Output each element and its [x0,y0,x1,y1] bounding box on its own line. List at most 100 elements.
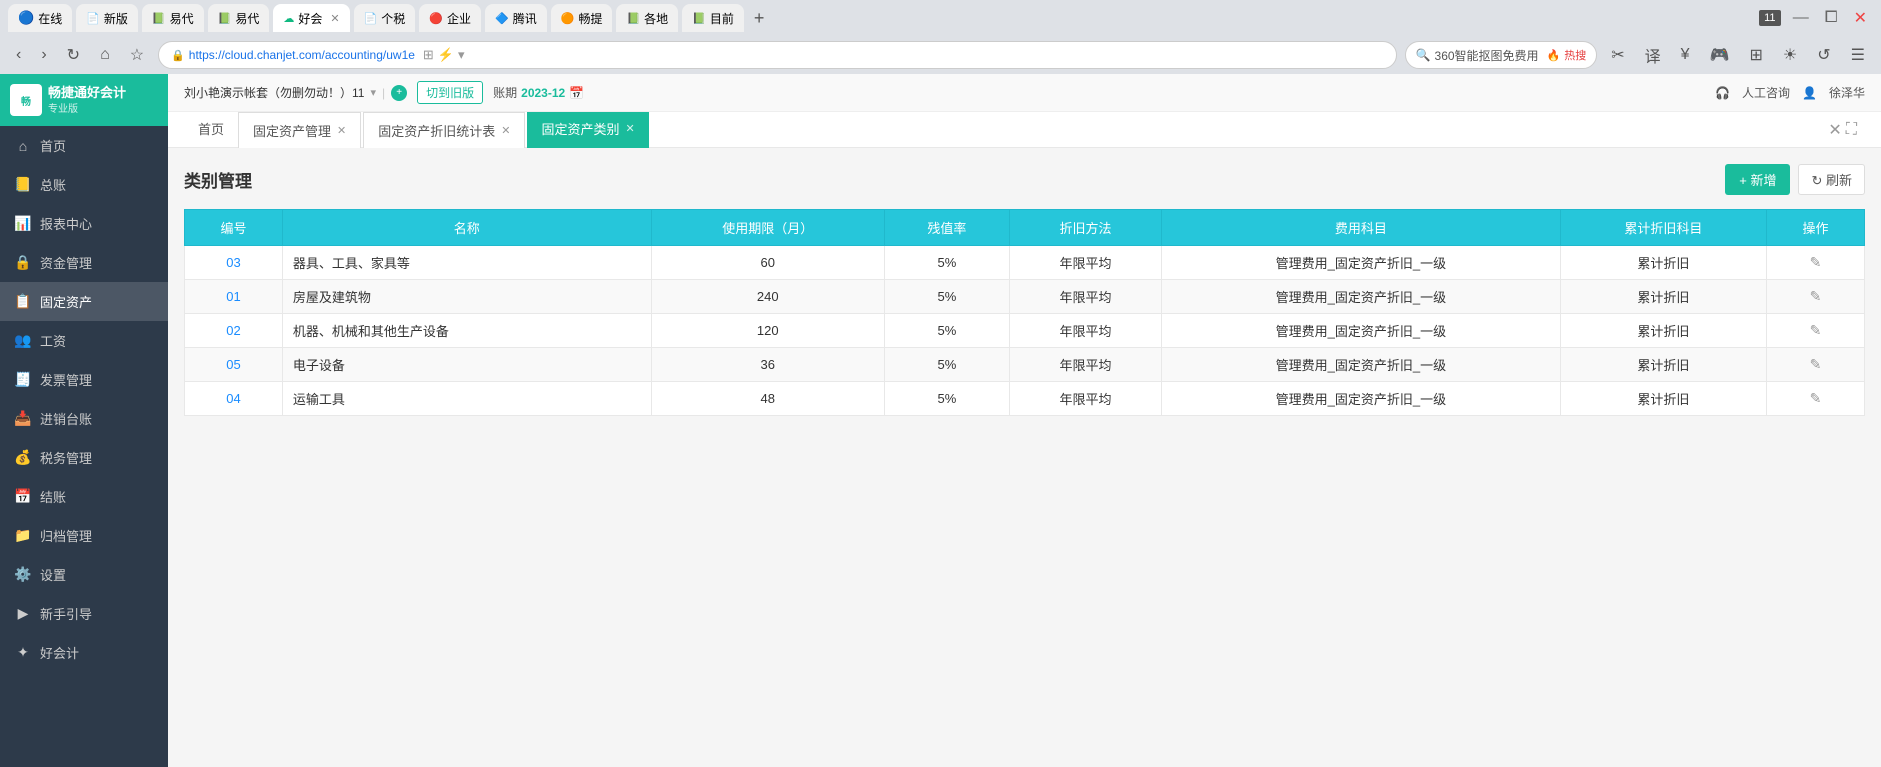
home-button[interactable]: ⌂ [94,44,116,66]
avatar-icon: 👤 [1802,86,1817,100]
sidebar-item-checkout[interactable]: 📅 结账 [0,477,168,516]
site-info-icon[interactable]: ⊞ [423,47,434,63]
sidebar-item-sales[interactable]: 📥 进销台账 [0,399,168,438]
tab-home[interactable]: 首页 [184,112,238,148]
col-residual: 残值率 [884,210,1009,246]
close-tab-fa-cat-icon[interactable]: ✕ [626,122,635,135]
tab-fa-mgmt[interactable]: 固定资产管理 ✕ [238,112,361,148]
residual-01: 5% [884,280,1009,314]
tab-count-badge: 11 [1759,10,1781,26]
dropdown-icon[interactable]: ▾ [458,47,465,63]
action-04[interactable]: ✎ [1767,382,1865,416]
period-02: 120 [651,314,884,348]
close-tab-fa-mgmt-icon[interactable]: ✕ [337,124,346,137]
tab-outer-actions: ✕ ⛶ [1828,120,1865,140]
col-period: 使用期限（月） [651,210,884,246]
edit-icon-01[interactable]: ✎ [1810,288,1822,304]
table-row: 05 电子设备 36 5% 年限平均 管理费用_固定资产折旧_一级 累计折旧 ✎ [185,348,1865,382]
sidebar-label-payroll: 工资 [40,331,66,350]
sidebar-item-payroll[interactable]: 👥 工资 [0,321,168,360]
grid-icon[interactable]: ⊞ [1744,43,1769,67]
sidebar-item-funds[interactable]: 🔒 资金管理 [0,243,168,282]
main-row: 畅 畅捷通好会计 专业版 ⌂ 首页 📒 总账 📊 报表中心 🔒 [0,74,1881,767]
browser-tab-online[interactable]: 🔵 在线 [8,4,72,32]
search-bar[interactable]: 🔍 360智能抠图免费用 🔥 热搜 [1405,41,1598,69]
add-button[interactable]: + 新增 [1725,164,1790,195]
window-minimize-button[interactable]: — [1787,7,1815,29]
edit-icon-05[interactable]: ✎ [1810,356,1822,372]
edit-icon-03[interactable]: ✎ [1810,254,1822,270]
edit-icon-04[interactable]: ✎ [1810,390,1822,406]
sidebar-item-ledger[interactable]: 📒 总账 [0,165,168,204]
reload-button[interactable]: ↻ [61,43,86,67]
translate-icon[interactable]: 译 [1639,41,1667,69]
browser-tab-tax[interactable]: 📄 个税 [354,4,416,32]
action-03[interactable]: ✎ [1767,246,1865,280]
period-info: 账期 2023-12 📅 [493,84,584,101]
browser-tab-mq[interactable]: 📗 目前 [682,4,744,32]
browser-tab-haohui[interactable]: ☁ 好会 ✕ [273,4,349,32]
tab-fa-category[interactable]: 固定资产类别 ✕ [527,112,648,148]
bookmark-button[interactable]: ☆ [124,43,150,67]
action-02[interactable]: ✎ [1767,314,1865,348]
close-tab-fa-dep-icon[interactable]: ✕ [501,124,510,137]
cut-icon[interactable]: ✂ [1605,43,1630,67]
close-tab-icon[interactable]: ✕ [330,12,339,25]
sidebar-item-archive[interactable]: 📁 归档管理 [0,516,168,555]
sidebar-item-invoice[interactable]: 🧾 发票管理 [0,360,168,399]
brightness-icon[interactable]: ☀ [1777,43,1803,67]
sidebar-label-home: 首页 [40,136,66,155]
browser-tab-enterprise[interactable]: 🔴 企业 [419,4,481,32]
window-close-button[interactable]: ✕ [1848,6,1873,30]
tab-fa-depreciation[interactable]: 固定资产折旧统计表 ✕ [363,112,525,148]
window-controls: 11 — ⧠ ✕ [1759,6,1873,30]
browser-tab-new[interactable]: 📄 新版 [76,4,138,32]
col-depreciation: 累计折旧科目 [1560,210,1766,246]
code-04: 04 [185,382,283,416]
archive-icon: 📁 [14,527,32,545]
boost-icon[interactable]: ⚡ [438,47,454,63]
sidebar-item-guide[interactable]: ▶ 新手引导 [0,594,168,633]
right-actions: 🎧 人工咨询 👤 徐泽华 [1715,84,1865,101]
sidebar-item-tax[interactable]: 💰 税务管理 [0,438,168,477]
notification-icon[interactable]: + [391,85,407,101]
sidebar-label-checkout: 结账 [40,487,66,506]
method-03: 年限平均 [1009,246,1161,280]
new-tab-icon[interactable]: + [748,8,771,29]
currency-icon[interactable]: ¥ [1675,44,1696,66]
expand-panel-button[interactable]: ⛶ [1846,121,1857,139]
sidebar-item-settings[interactable]: ⚙️ 设置 [0,555,168,594]
content-area: 刘小艳演示帐套（勿删勿动！）11 ▾ | + 切到旧版 账期 2023-12 📅… [168,74,1881,767]
action-05[interactable]: ✎ [1767,348,1865,382]
sidebar-item-reports[interactable]: 📊 报表中心 [0,204,168,243]
game-icon[interactable]: 🎮 [1704,43,1736,67]
tab-label: 个税 [381,10,405,27]
sidebar-item-fixed-assets[interactable]: 📋 固定资产 [0,282,168,321]
sidebar-item-more[interactable]: ✦ 好会计 [0,633,168,672]
history-icon[interactable]: ↺ [1811,43,1836,67]
browser-tab-tencent[interactable]: 🔷 腾讯 [485,4,547,32]
edit-icon-02[interactable]: ✎ [1810,322,1822,338]
back-button[interactable]: ‹ [10,44,27,66]
period-label: 账期 [493,84,517,101]
window-restore-button[interactable]: ⧠ [1819,7,1844,29]
browser-tab-yidai2[interactable]: 📗 易代 [208,4,270,32]
switch-to-old-button[interactable]: 切到旧版 [417,81,483,104]
menu-icon[interactable]: ☰ [1845,43,1871,67]
calendar-icon[interactable]: 📅 [569,86,584,100]
help-label[interactable]: 人工咨询 [1742,84,1790,101]
dropdown-arrow[interactable]: ▾ [370,86,376,99]
action-01[interactable]: ✎ [1767,280,1865,314]
forward-button[interactable]: › [35,44,52,66]
account-label: 刘小艳演示帐套（勿删勿动！）11 [184,84,364,101]
sidebar-label-more: 好会计 [40,643,79,662]
address-bar[interactable]: 🔒 https://cloud.chanjet.com/accounting/u… [158,41,1396,69]
sidebar-item-home[interactable]: ⌂ 首页 [0,126,168,165]
close-panel-button[interactable]: ✕ [1828,120,1841,140]
browser-tab-yidai1[interactable]: 📗 易代 [142,4,204,32]
refresh-button[interactable]: ↻ 刷新 [1798,164,1865,195]
sidebar-label-guide: 新手引导 [40,604,92,623]
residual-05: 5% [884,348,1009,382]
browser-tab-gedi[interactable]: 📗 各地 [616,4,678,32]
browser-tab-changt[interactable]: 🟠 畅提 [551,4,613,32]
